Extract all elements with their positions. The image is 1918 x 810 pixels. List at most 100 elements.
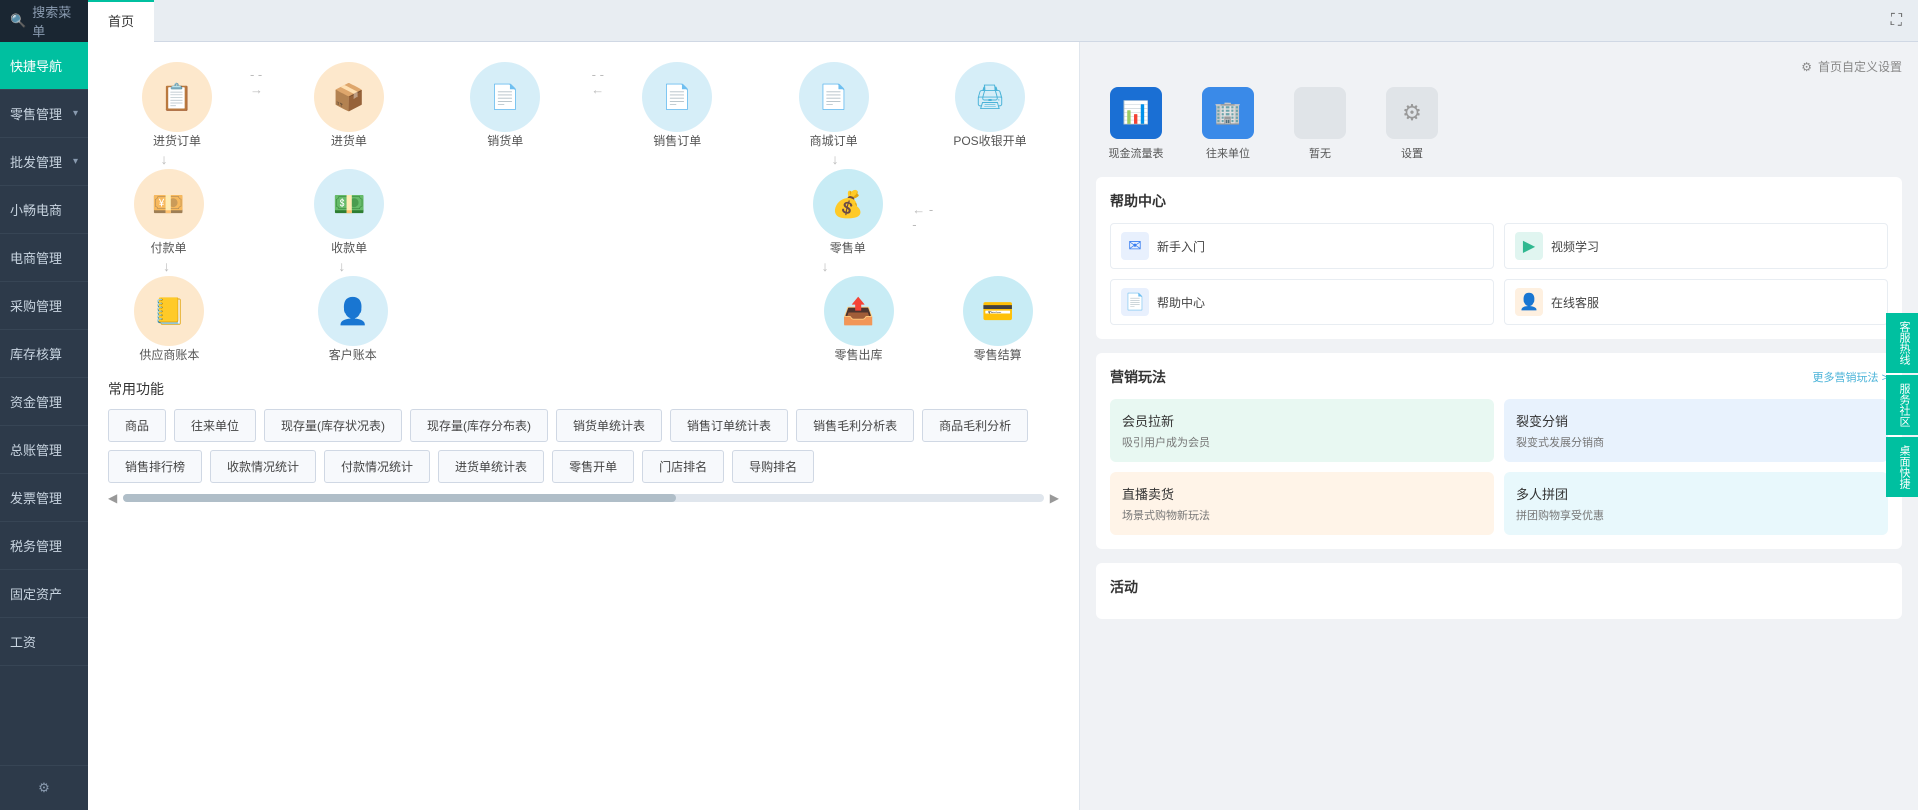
tab-home[interactable]: 首页 (88, 0, 154, 42)
func-button[interactable]: 导购排名 (732, 450, 814, 483)
shortcuts-row: 📊 现金流量表 🏢 往来单位 暂无 ⚙ 设置 (1096, 87, 1902, 161)
flow-cell-retail[interactable]: 💰 零售单 (787, 169, 908, 256)
flow-cell-pos[interactable]: 🖨 POS收银开单 (921, 62, 1059, 149)
func-button[interactable]: 销售毛利分析表 (796, 409, 914, 442)
chevron-down-icon: ▾ (73, 156, 78, 167)
flow-cell-customer-account[interactable]: 👤 客户账本 (291, 276, 414, 363)
v-arrow-purchase: ↓ (161, 151, 168, 167)
flow-cell-retail-settle[interactable]: 💳 零售结算 (936, 276, 1059, 363)
marketing-item-desc: 场景式购物新玩法 (1122, 507, 1482, 523)
circle-pos: 🖨 (955, 62, 1025, 132)
activity-title: 活动 (1110, 577, 1888, 597)
marketing-item-title: 直播卖货 (1122, 484, 1482, 503)
sidebar-item-label: 小畅电商 (10, 200, 62, 219)
flow-cell-sales[interactable]: 📄 销货单 (436, 62, 574, 149)
help-item[interactable]: ▶ 视频学习 (1504, 223, 1888, 269)
scroll-right-button[interactable]: ▶ (1050, 491, 1059, 505)
cs-sidebar: 客服热线服务社区桌面快捷 (1886, 313, 1918, 497)
flow-cell-purchase-order[interactable]: 📋 进货订单 (108, 62, 246, 149)
fullscreen-button[interactable]: ⛶ (1883, 8, 1910, 34)
shortcut-item[interactable]: 暂无 (1280, 87, 1360, 161)
scroll-track[interactable] (123, 494, 1044, 502)
common-funcs-title: 常用功能 (108, 379, 1059, 399)
flow-cell-retail-out[interactable]: 📤 零售出库 (797, 276, 920, 363)
sidebar-item-零售管理[interactable]: 零售管理▾ (0, 90, 88, 138)
sidebar-item-库存核算[interactable]: 库存核算 (0, 330, 88, 378)
func-button[interactable]: 销售排行榜 (108, 450, 202, 483)
marketing-item[interactable]: 会员拉新 吸引用户成为会员 (1110, 399, 1494, 462)
shortcut-label: 现金流量表 (1109, 145, 1164, 161)
marketing-item-desc: 拼团购物享受优惠 (1516, 507, 1876, 523)
func-button[interactable]: 零售开单 (552, 450, 634, 483)
sidebar-item-label: 发票管理 (10, 488, 62, 507)
marketing-item[interactable]: 多人拼团 拼团购物享受优惠 (1504, 472, 1888, 535)
arrow-1: - - → (246, 67, 280, 149)
func-button[interactable]: 商品毛利分析 (922, 409, 1028, 442)
func-button[interactable]: 付款情况统计 (324, 450, 430, 483)
scroll-thumb (123, 494, 675, 502)
sidebar-item-税务管理[interactable]: 税务管理 (0, 522, 88, 570)
shortcut-label: 设置 (1401, 145, 1423, 161)
v-arrow-payment: ↓ (163, 258, 170, 274)
label-sales-order: 销售订单 (653, 132, 701, 149)
flow-cell-purchase[interactable]: 📦 进货单 (280, 62, 418, 149)
label-receipt: 收款单 (331, 239, 367, 256)
help-item[interactable]: ✉ 新手入门 (1110, 223, 1494, 269)
sidebar-item-label: 电商管理 (10, 248, 62, 267)
shortcut-item[interactable]: 🏢 往来单位 (1188, 87, 1268, 161)
v-arrow-receipt: ↓ (338, 258, 345, 274)
label-retail: 零售单 (830, 239, 866, 256)
func-button[interactable]: 现存量(库存状况表) (264, 409, 402, 442)
sidebar-item-资金管理[interactable]: 资金管理 (0, 378, 88, 426)
func-button[interactable]: 现存量(库存分布表) (410, 409, 548, 442)
shortcut-item[interactable]: 📊 现金流量表 (1096, 87, 1176, 161)
home-customize[interactable]: ⚙ 首页自定义设置 (1096, 58, 1902, 75)
label-pos: POS收银开单 (953, 132, 1026, 149)
sidebar-item-批发管理[interactable]: 批发管理▾ (0, 138, 88, 186)
func-button[interactable]: 进货单统计表 (438, 450, 544, 483)
sidebar-item-固定资产[interactable]: 固定资产 (0, 570, 88, 618)
flow-cell-payment[interactable]: 💴 付款单 (108, 169, 229, 256)
sidebar-item-总账管理[interactable]: 总账管理 (0, 426, 88, 474)
help-item-label: 新手入门 (1157, 238, 1205, 255)
func-button[interactable]: 销货单统计表 (556, 409, 662, 442)
flow-cell-receipt[interactable]: 💵 收款单 (289, 169, 410, 256)
func-button[interactable]: 往来单位 (174, 409, 256, 442)
flow-cell-mall-order[interactable]: 📄 商城订单 (765, 62, 903, 149)
gear-icon: ⚙ (38, 780, 50, 796)
sidebar-item-采购管理[interactable]: 采购管理 (0, 282, 88, 330)
right-panel: ⚙ 首页自定义设置 📊 现金流量表 🏢 往来单位 暂无 ⚙ 设置 帮助中心 ✉ … (1080, 42, 1918, 810)
more-marketing-link[interactable]: 更多营销玩法 > (1813, 369, 1888, 385)
func-button[interactable]: 销售订单统计表 (670, 409, 788, 442)
cs-button[interactable]: 桌面快捷 (1886, 437, 1918, 497)
sidebar-settings-button[interactable]: ⚙ (0, 765, 88, 810)
marketing-item[interactable]: 裂变分销 裂变式发展分销商 (1504, 399, 1888, 462)
label-payment: 付款单 (150, 239, 186, 256)
flow-cell-supplier-account[interactable]: 📒 供应商账本 (108, 276, 231, 363)
help-grid: ✉ 新手入门 ▶ 视频学习 📄 帮助中心 👤 在线客服 (1110, 223, 1888, 325)
help-item[interactable]: 👤 在线客服 (1504, 279, 1888, 325)
cs-button[interactable]: 客服热线 (1886, 313, 1918, 373)
scroll-left-button[interactable]: ◀ (108, 491, 117, 505)
flow-cell-sales-order[interactable]: 📄 销售订单 (608, 62, 746, 149)
sidebar-item-发票管理[interactable]: 发票管理 (0, 474, 88, 522)
func-button[interactable]: 门店排名 (642, 450, 724, 483)
help-item[interactable]: 📄 帮助中心 (1110, 279, 1494, 325)
cs-button[interactable]: 服务社区 (1886, 375, 1918, 435)
sidebar-item-小畅电商[interactable]: 小畅电商 (0, 186, 88, 234)
activity-card: 活动 (1096, 563, 1902, 619)
sidebar-item-工资[interactable]: 工资 (0, 618, 88, 666)
main-area: 首页 ⛶ 📋 进货订单 - - → (88, 0, 1918, 810)
func-button[interactable]: 收款情况统计 (210, 450, 316, 483)
sidebar-item-快捷导航[interactable]: 快捷导航 (0, 42, 88, 90)
marketing-header: 营销玩法 更多营销玩法 > (1110, 367, 1888, 387)
sidebar-item-label: 总账管理 (10, 440, 62, 459)
label-purchase-order: 进货订单 (153, 132, 201, 149)
sidebar-item-电商管理[interactable]: 电商管理 (0, 234, 88, 282)
marketing-item[interactable]: 直播卖货 场景式购物新玩法 (1110, 472, 1494, 535)
sidebar-search[interactable]: 🔍 搜索菜单 (0, 0, 88, 42)
sidebar-nav: 快捷导航零售管理▾批发管理▾ 小畅电商电商管理采购管理库存核算资金管理总账管理发票… (0, 42, 88, 666)
shortcut-item[interactable]: ⚙ 设置 (1372, 87, 1452, 161)
sidebar: 🔍 搜索菜单 快捷导航零售管理▾批发管理▾ 小畅电商电商管理采购管理库存核算资金管… (0, 0, 88, 810)
func-button[interactable]: 商品 (108, 409, 166, 442)
